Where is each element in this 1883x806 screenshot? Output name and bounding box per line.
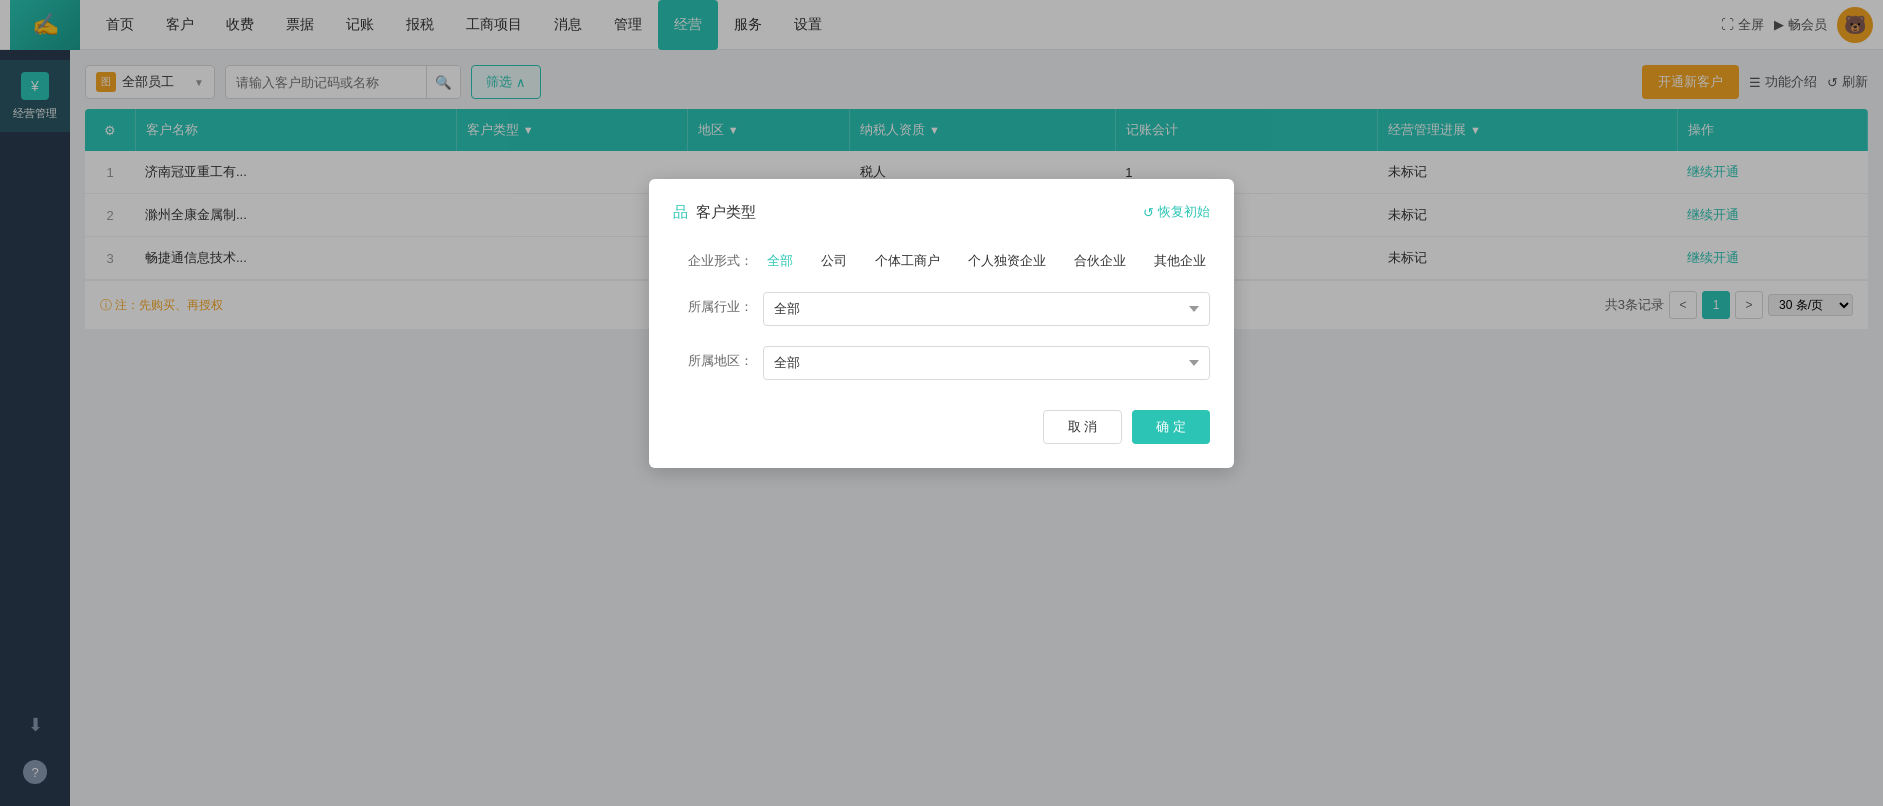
reset-button[interactable]: ↺ 恢复初始 [1143, 203, 1210, 221]
industry-row: 所属行业： 全部 [673, 292, 1210, 326]
reset-icon: ↺ [1143, 205, 1154, 220]
modal-overlay: 品 客户类型 ↺ 恢复初始 企业形式： 全部 公司 个体工商户 个人独资企业 合… [0, 0, 1883, 806]
industry-content: 全部 [763, 292, 1210, 326]
region-content: 全部 [763, 346, 1210, 380]
region-select[interactable]: 全部 [763, 346, 1210, 380]
option-other[interactable]: 其他企业 [1150, 250, 1210, 272]
option-all[interactable]: 全部 [763, 250, 797, 272]
option-sole[interactable]: 个人独资企业 [964, 250, 1050, 272]
modal-title-icon: 品 [673, 203, 688, 222]
cancel-button[interactable]: 取 消 [1043, 410, 1123, 444]
filter-modal: 品 客户类型 ↺ 恢复初始 企业形式： 全部 公司 个体工商户 个人独资企业 合… [649, 179, 1234, 468]
enterprise-form-row: 企业形式： 全部 公司 个体工商户 个人独资企业 合伙企业 其他企业 [673, 246, 1210, 272]
modal-title: 品 客户类型 [673, 203, 756, 222]
enterprise-options: 全部 公司 个体工商户 个人独资企业 合伙企业 其他企业 [763, 246, 1210, 272]
region-row: 所属地区： 全部 [673, 346, 1210, 380]
option-partnership[interactable]: 合伙企业 [1070, 250, 1130, 272]
option-company[interactable]: 公司 [817, 250, 851, 272]
option-individual[interactable]: 个体工商户 [871, 250, 944, 272]
confirm-button[interactable]: 确 定 [1132, 410, 1210, 444]
industry-label: 所属行业： [673, 292, 753, 316]
enterprise-form-label: 企业形式： [673, 246, 753, 270]
type-options-group: 全部 公司 个体工商户 个人独资企业 合伙企业 其他企业 [763, 246, 1210, 272]
modal-header: 品 客户类型 ↺ 恢复初始 [673, 203, 1210, 222]
region-label: 所属地区： [673, 346, 753, 370]
modal-footer: 取 消 确 定 [673, 410, 1210, 444]
industry-select[interactable]: 全部 [763, 292, 1210, 326]
